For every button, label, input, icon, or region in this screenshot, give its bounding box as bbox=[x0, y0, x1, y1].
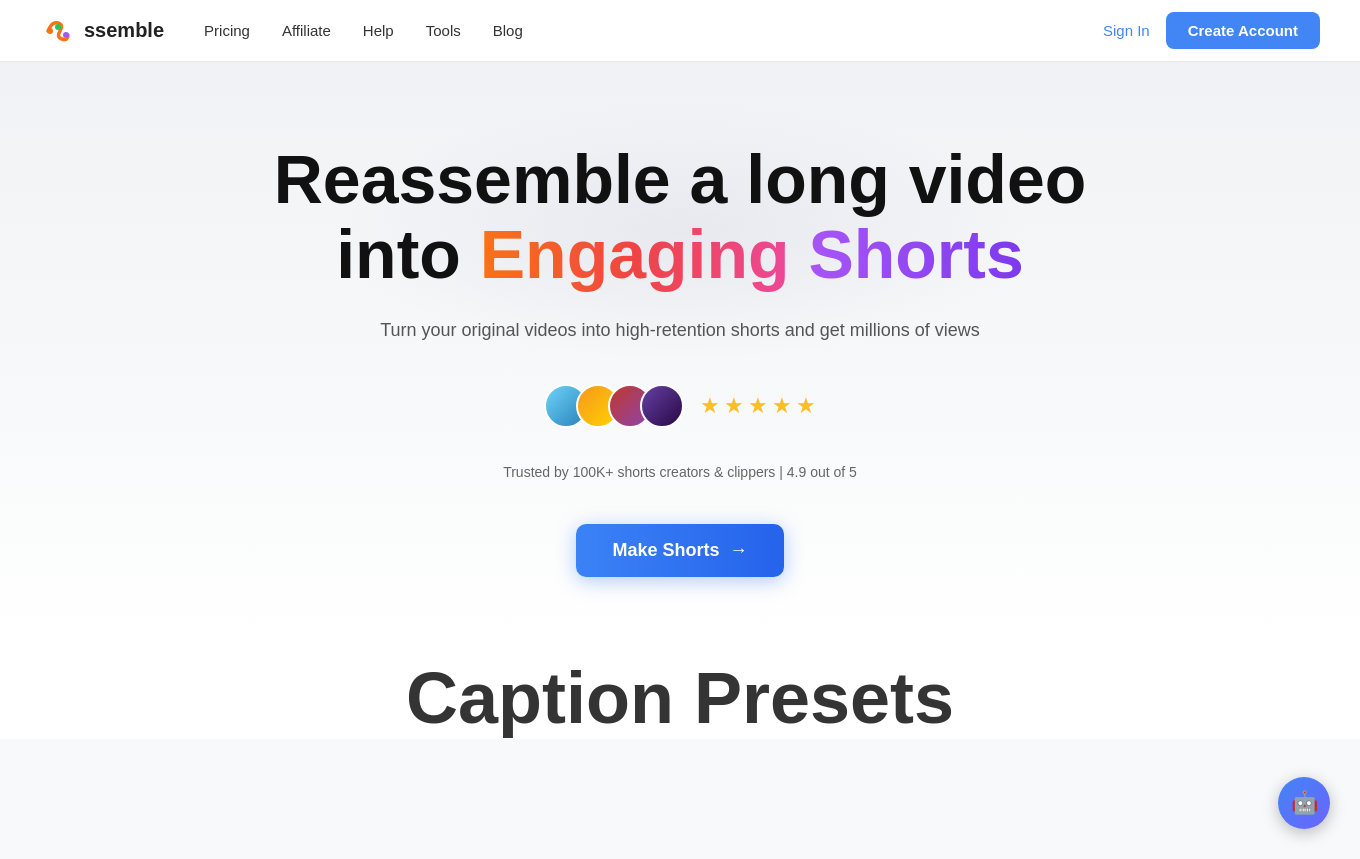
below-fold-title: Caption Presets bbox=[406, 657, 954, 739]
star-5: ★ bbox=[796, 393, 816, 419]
logo-link[interactable]: ssemble bbox=[40, 13, 164, 49]
star-4: ★ bbox=[772, 393, 792, 419]
star-2: ★ bbox=[724, 393, 744, 419]
avatar bbox=[640, 384, 684, 428]
make-shorts-button[interactable]: Make Shorts → bbox=[576, 524, 783, 577]
svg-point-2 bbox=[55, 24, 61, 30]
star-3: ★ bbox=[748, 393, 768, 419]
avatar-group bbox=[544, 384, 684, 428]
create-account-button[interactable]: Create Account bbox=[1166, 12, 1320, 49]
nav-actions: Sign In Create Account bbox=[1103, 12, 1320, 49]
nav-help[interactable]: Help bbox=[363, 22, 394, 39]
hero-title-line1: Reassemble a long video bbox=[274, 141, 1087, 217]
social-proof: ★ ★ ★ ★ ★ bbox=[544, 384, 816, 428]
nav-blog[interactable]: Blog bbox=[493, 22, 523, 39]
star-1: ★ bbox=[700, 393, 720, 419]
chatbot-icon: 🤖 bbox=[1291, 790, 1318, 816]
chatbot-fab-button[interactable]: 🤖 bbox=[1278, 777, 1330, 829]
logo-text: ssemble bbox=[84, 19, 164, 42]
hero-shorts-word: Shorts bbox=[808, 216, 1023, 292]
nav-links: Pricing Affiliate Help Tools Blog bbox=[204, 22, 1103, 39]
nav-tools[interactable]: Tools bbox=[426, 22, 461, 39]
hero-subtitle: Turn your original videos into high-rete… bbox=[380, 316, 980, 345]
logo-icon bbox=[40, 13, 76, 49]
hero-engaging-word: Engaging bbox=[480, 216, 790, 292]
hero-section: Reassemble a long video into Engaging Sh… bbox=[0, 62, 1360, 637]
svg-point-3 bbox=[63, 32, 69, 38]
sign-in-button[interactable]: Sign In bbox=[1103, 22, 1150, 39]
nav-pricing[interactable]: Pricing bbox=[204, 22, 250, 39]
svg-point-1 bbox=[47, 28, 53, 34]
below-fold-section: Caption Presets bbox=[0, 637, 1360, 739]
star-rating: ★ ★ ★ ★ ★ bbox=[700, 393, 816, 419]
hero-into-text: into bbox=[336, 216, 480, 292]
trust-text: Trusted by 100K+ shorts creators & clipp… bbox=[503, 464, 857, 480]
navbar: ssemble Pricing Affiliate Help Tools Blo… bbox=[0, 0, 1360, 62]
arrow-icon: → bbox=[730, 540, 748, 561]
nav-affiliate[interactable]: Affiliate bbox=[282, 22, 331, 39]
cta-label: Make Shorts bbox=[612, 540, 719, 561]
hero-title: Reassemble a long video into Engaging Sh… bbox=[274, 142, 1087, 292]
hero-title-line2: into Engaging Shorts bbox=[274, 217, 1087, 292]
